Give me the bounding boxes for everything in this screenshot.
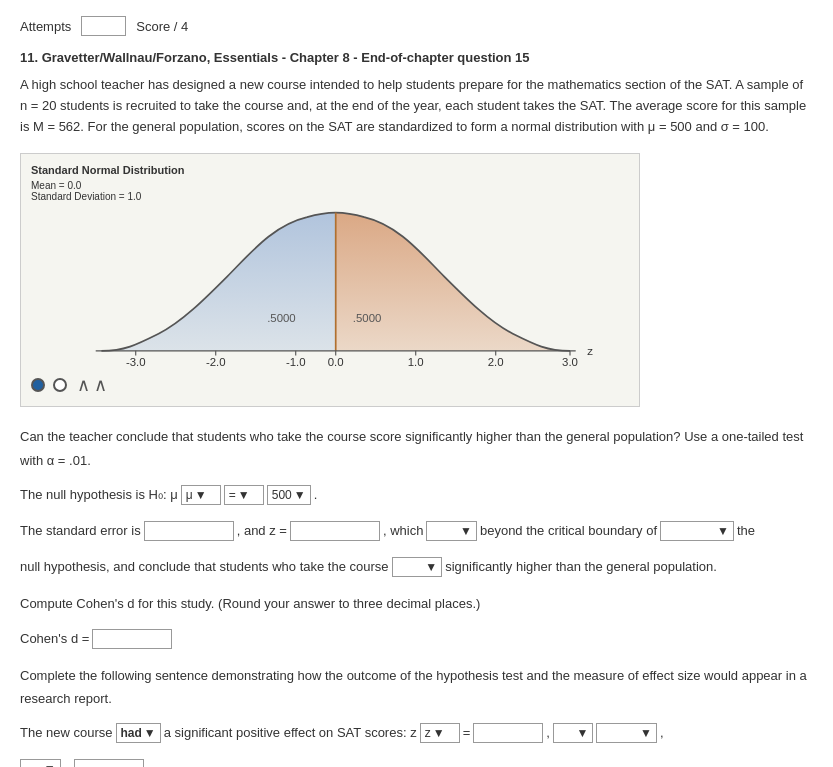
svg-text:1.0: 1.0 bbox=[408, 356, 424, 368]
mu-dropdown[interactable]: μ ▼ bbox=[181, 485, 221, 505]
bell-icon-1[interactable]: ∧ bbox=[77, 374, 90, 396]
period-1: . bbox=[314, 482, 318, 508]
bell-icons: ∧ ∧ bbox=[77, 374, 107, 396]
the-label: the bbox=[737, 518, 755, 544]
question-title-text: Gravetter/Wallnau/Forzano, Essentials - … bbox=[42, 50, 530, 65]
svg-text:.5000: .5000 bbox=[267, 313, 296, 325]
sentence-instructions: Complete the following sentence demonstr… bbox=[20, 664, 813, 711]
equals-dropdown[interactable]: = ▼ bbox=[224, 485, 264, 505]
svg-text:-2.0: -2.0 bbox=[206, 356, 226, 368]
graph-controls: ∧ ∧ bbox=[31, 374, 629, 396]
p-dropdown[interactable]: ▼ bbox=[553, 723, 594, 743]
distribution-chart: -3.0 -2.0 -1.0 0.0 1.0 2.0 3.0 0.00 z .5… bbox=[31, 208, 629, 368]
std-error-prefix: The standard error is bbox=[20, 518, 141, 544]
significantly-text: significantly higher than the general po… bbox=[445, 554, 717, 580]
boundary-arrow-icon: ▼ bbox=[717, 519, 729, 543]
null-conclude-row: null hypothesis, and conclude that stude… bbox=[20, 554, 813, 580]
final-dropdown[interactable]: ▼ bbox=[596, 723, 657, 743]
eq-arrow-icon: ▼ bbox=[238, 483, 250, 507]
graph-title: Standard Normal Distribution bbox=[31, 164, 629, 176]
new-course-label: The new course bbox=[20, 720, 113, 746]
cohens-label-text: Compute Cohen's d for this study. (Round… bbox=[20, 596, 480, 611]
radio-group bbox=[31, 378, 67, 392]
reject-arrow-icon: ▼ bbox=[425, 555, 437, 579]
final-arrow-icon: ▼ bbox=[640, 721, 652, 745]
svg-text:3.0: 3.0 bbox=[562, 356, 578, 368]
z-result-input[interactable] bbox=[473, 723, 543, 743]
and-z-label: , and z = bbox=[237, 518, 287, 544]
attempts-input[interactable] bbox=[81, 16, 126, 36]
d-arrow-icon: ▼ bbox=[44, 757, 56, 767]
attempts-label: Attempts bbox=[20, 19, 71, 34]
question-number: 11. bbox=[20, 50, 38, 65]
score-label: Score / 4 bbox=[136, 19, 188, 34]
which-label: , which bbox=[383, 518, 423, 544]
hypothesis-question-text: Can the teacher conclude that students w… bbox=[20, 429, 803, 467]
z-value-input[interactable] bbox=[290, 521, 380, 541]
cohens-field-label: Cohen's d = bbox=[20, 626, 89, 652]
sentence-row-1: The new course had ▼ a significant posit… bbox=[20, 720, 813, 746]
null-conclude-text: null hypothesis, and conclude that stude… bbox=[20, 554, 389, 580]
reject-dropdown[interactable]: ▼ bbox=[392, 557, 443, 577]
period-final: . bbox=[147, 756, 151, 767]
svg-text:z: z bbox=[587, 346, 593, 358]
boundary-dropdown[interactable]: ▼ bbox=[660, 521, 734, 541]
equals-2-label: = bbox=[64, 756, 72, 767]
cohens-question: Compute Cohen's d for this study. (Round… bbox=[20, 592, 813, 615]
null-hypothesis-row: The null hypothesis is H₀: μ μ ▼ = ▼ 500… bbox=[20, 482, 813, 508]
mean-label: Mean = 0.0 bbox=[31, 180, 629, 191]
cohens-d-input[interactable] bbox=[92, 629, 172, 649]
standard-error-row: The standard error is , and z = , which … bbox=[20, 518, 813, 544]
which-arrow-icon: ▼ bbox=[460, 519, 472, 543]
beyond-label: beyond the critical boundary of bbox=[480, 518, 657, 544]
had-text: had bbox=[121, 721, 142, 745]
cohens-row: Cohen's d = bbox=[20, 626, 813, 652]
radio-empty[interactable] bbox=[53, 378, 67, 392]
mu-arrow-icon: ▼ bbox=[195, 483, 207, 507]
which-dropdown[interactable]: ▼ bbox=[426, 521, 477, 541]
graph-container: Standard Normal Distribution Mean = 0.0 … bbox=[20, 153, 640, 407]
z-dropdown[interactable]: z ▼ bbox=[420, 723, 460, 743]
val-arrow-icon: ▼ bbox=[294, 483, 306, 507]
d-label-dropdown[interactable]: ▼ bbox=[20, 759, 61, 767]
svg-text:-3.0: -3.0 bbox=[126, 356, 146, 368]
a-significant-label: a significant positive effect on SAT sco… bbox=[164, 720, 417, 746]
p-arrow-icon: ▼ bbox=[577, 721, 589, 745]
sentence-row-2: ▼ = . bbox=[20, 756, 813, 767]
header-row: Attempts Score / 4 bbox=[20, 16, 813, 36]
had-arrow-icon: ▼ bbox=[144, 721, 156, 745]
value-500-text: 500 bbox=[272, 483, 292, 507]
hypothesis-question: Can the teacher conclude that students w… bbox=[20, 425, 813, 472]
value-dropdown[interactable]: 500 ▼ bbox=[267, 485, 311, 505]
sd-label: Standard Deviation = 1.0 bbox=[31, 191, 629, 202]
standard-error-input[interactable] bbox=[144, 521, 234, 541]
graph-area: -3.0 -2.0 -1.0 0.0 1.0 2.0 3.0 0.00 z .5… bbox=[31, 208, 629, 368]
null-hyp-label: The null hypothesis is H₀: μ bbox=[20, 482, 178, 508]
question-body: A high school teacher has designed a new… bbox=[20, 75, 813, 137]
svg-text:.5000: .5000 bbox=[353, 313, 382, 325]
radio-filled[interactable] bbox=[31, 378, 45, 392]
svg-text:2.0: 2.0 bbox=[488, 356, 504, 368]
question-title: 11. Gravetter/Wallnau/Forzano, Essential… bbox=[20, 50, 813, 65]
svg-text:0.0: 0.0 bbox=[328, 356, 344, 368]
sentence-label-text: Complete the following sentence demonstr… bbox=[20, 668, 807, 706]
comma-1: , bbox=[546, 720, 550, 746]
d-result-input[interactable] bbox=[74, 759, 144, 767]
graph-stats: Mean = 0.0 Standard Deviation = 1.0 bbox=[31, 180, 629, 202]
had-dropdown[interactable]: had ▼ bbox=[116, 723, 161, 743]
z-arrow-icon: ▼ bbox=[433, 721, 445, 745]
svg-text:-1.0: -1.0 bbox=[286, 356, 306, 368]
bell-icon-2[interactable]: ∧ bbox=[94, 374, 107, 396]
equals-label: = bbox=[463, 720, 471, 746]
comma-2: , bbox=[660, 720, 664, 746]
